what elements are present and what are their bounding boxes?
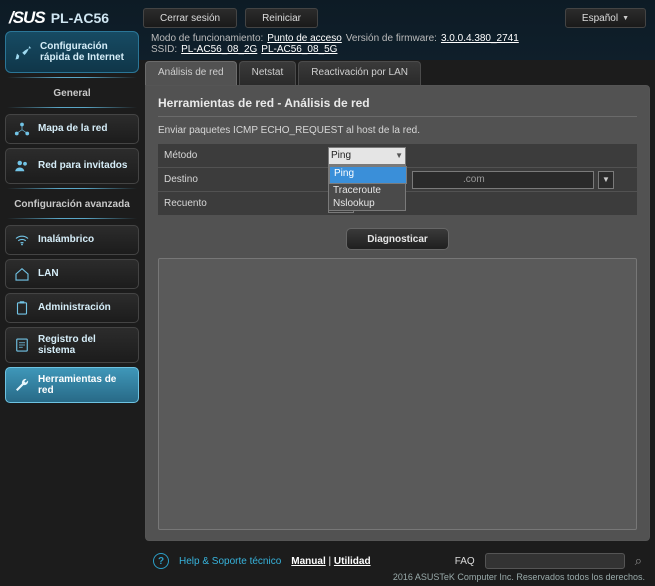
utility-link[interactable]: Utilidad [334,556,371,567]
method-option-ping[interactable]: Ping [329,166,407,184]
fw-value[interactable]: 3.0.0.4.380_2741 [441,33,519,44]
sidebar-item-label: Inalámbrico [38,234,94,246]
sidebar-item-label: LAN [38,268,59,280]
sidebar-item-label: Mapa de la red [38,123,107,135]
mode-value[interactable]: Punto de acceso [267,33,342,44]
dest-input-2[interactable] [412,171,594,189]
group-general-label: General [5,84,139,103]
sidebar-item-wireless[interactable]: Inalámbrico [5,225,139,255]
diagnose-button[interactable]: Diagnosticar [346,228,449,250]
page-title: Herramientas de red - Análisis de red [158,96,637,110]
divider [7,218,137,219]
divider [7,107,137,108]
wrench-icon [12,375,32,395]
language-button[interactable]: Español ▼ [565,8,646,28]
fw-label: Versión de firmware: [346,33,437,44]
divider [7,77,137,78]
output-area [158,258,637,530]
tab-wol[interactable]: Reactivación por LAN [298,61,421,85]
brand-text: /SUS [9,8,45,28]
tab-net-analysis[interactable]: Análisis de red [145,61,237,85]
sidebar-item-lan[interactable]: LAN [5,259,139,289]
guest-icon [12,156,32,176]
dest-label: Destino [158,174,328,185]
sidebar-item-label: Red para invitados [38,160,127,172]
quick-setup-button[interactable]: Configuración rápida de Internet [5,31,139,73]
log-icon [12,335,32,355]
group-advanced-label: Configuración avanzada [5,195,139,214]
sidebar-item-label: Herramientas de red [38,374,132,397]
search-input[interactable] [485,553,625,569]
logout-button[interactable]: Cerrar sesión [143,8,237,28]
help-label[interactable]: Help & Soporte técnico [179,556,281,567]
quick-setup-label: Configuración rápida de Internet [40,41,132,63]
divider [7,188,137,189]
house-icon [12,264,32,284]
divider [158,116,637,117]
ssid-2[interactable]: PL-AC56_08_5G [261,44,337,55]
method-dropdown[interactable]: Ping Traceroute Nslookup [328,165,406,211]
model-text: PL-AC56 [51,10,109,26]
chevron-down-icon: ▼ [395,151,403,160]
rocket-icon [12,43,34,61]
count-label: Recuento [158,198,328,209]
chevron-down-icon: ▼ [602,175,610,184]
ssid-label: SSID: [151,44,177,55]
search-icon[interactable]: ⌕ [635,553,642,569]
status-bar: Modo de funcionamiento: Punto de acceso … [145,31,650,61]
method-label: Método [158,150,328,161]
method-option-nslookup[interactable]: Nslookup [329,197,405,210]
tab-netstat[interactable]: Netstat [239,61,297,85]
wifi-icon [12,230,32,250]
clipboard-icon [12,298,32,318]
manual-link[interactable]: Manual [291,556,325,567]
method-select[interactable]: Ping ▼ [328,147,406,165]
ssid-1[interactable]: PL-AC56_08_2G [181,44,257,55]
method-option-traceroute[interactable]: Traceroute [329,184,405,197]
sidebar-item-label: Administración [38,302,111,314]
page-desc: Enviar paquetes ICMP ECHO_REQUEST al hos… [158,125,637,136]
sidebar-item-syslog[interactable]: Registro del sistema [5,327,139,363]
help-icon: ? [153,553,169,569]
sidebar-item-guest-network[interactable]: Red para invitados [5,148,139,184]
reboot-button[interactable]: Reiniciar [245,8,318,28]
language-label: Español [582,13,618,24]
chevron-down-icon: ▼ [622,15,629,22]
logo: /SUS PL-AC56 [9,8,109,28]
dest-dropdown-button[interactable]: ▼ [598,171,614,189]
sidebar-item-net-tools[interactable]: Herramientas de red [5,367,139,403]
mode-label: Modo de funcionamiento: [151,33,263,44]
sidebar-item-label: Registro del sistema [38,334,132,357]
sidebar-item-network-map[interactable]: Mapa de la red [5,114,139,144]
faq-link[interactable]: FAQ [455,556,475,567]
network-map-icon [12,119,32,139]
sidebar-item-admin[interactable]: Administración [5,293,139,323]
copyright: 2016 ASUSTeK Computer Inc. Reservados to… [393,572,645,582]
